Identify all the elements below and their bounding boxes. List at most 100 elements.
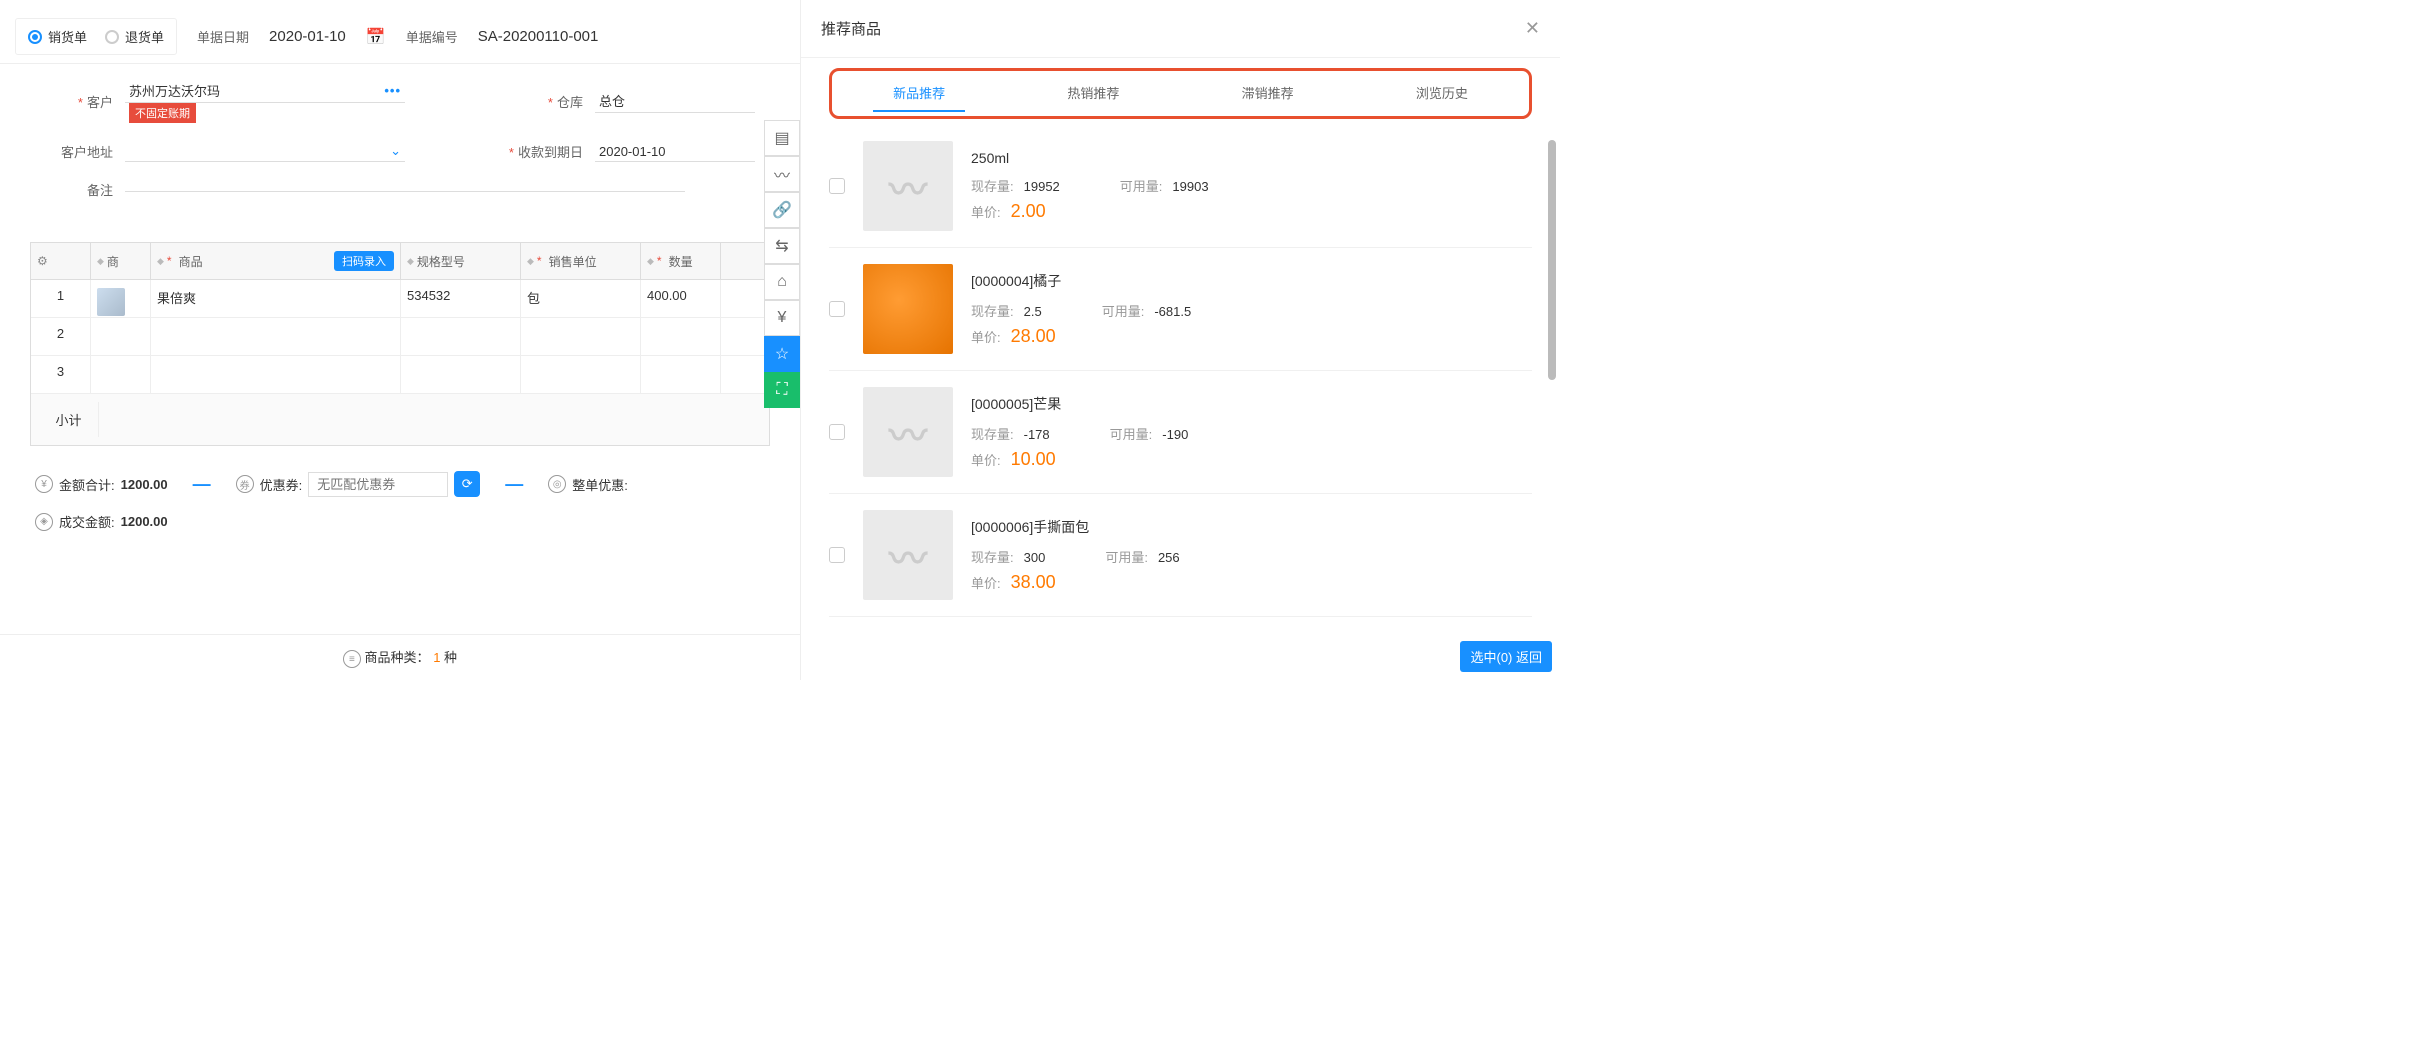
discount-icon: ◎ bbox=[548, 475, 566, 493]
col-qty: 数量 bbox=[669, 253, 693, 270]
sort-icon[interactable]: ◆ bbox=[97, 257, 104, 265]
stock-value: 19952 bbox=[1024, 179, 1060, 194]
col-spec: 规格型号 bbox=[417, 253, 465, 270]
rec-item[interactable]: 〰 [0000005]芒果 现存量:-178 可用量:-190 单价:10.00 bbox=[829, 371, 1532, 494]
table-row[interactable]: 2 bbox=[31, 318, 769, 356]
rec-item[interactable]: 〰 [0000006]手撕面包 现存量:300 可用量:256 单价:38.00 bbox=[829, 494, 1532, 617]
more-icon[interactable]: ••• bbox=[384, 83, 401, 98]
radio-sales[interactable]: 销货单 bbox=[28, 27, 87, 46]
doc-date-value[interactable]: 2020-01-10 bbox=[269, 28, 346, 45]
rec-name: 250ml bbox=[971, 150, 1532, 166]
gear-icon[interactable]: ⚙ bbox=[37, 254, 48, 268]
product-image: 〰 bbox=[863, 510, 953, 600]
stock-value: 300 bbox=[1024, 550, 1046, 565]
checkbox[interactable] bbox=[829, 178, 845, 194]
price-value: 38.00 bbox=[1011, 572, 1056, 592]
radio-icon bbox=[105, 30, 119, 44]
scan-button[interactable]: 扫码录入 bbox=[334, 251, 394, 271]
rec-item[interactable]: [0000004]橘子 现存量:2.5 可用量:-681.5 单价:28.00 bbox=[829, 248, 1532, 371]
sort-icon[interactable]: ◆ bbox=[407, 257, 414, 265]
tab-slow[interactable]: 滞销推荐 bbox=[1222, 75, 1314, 112]
row-spec[interactable]: 534532 bbox=[401, 280, 521, 317]
rec-name: [0000004]橘子 bbox=[971, 271, 1532, 291]
warehouse-input[interactable]: 总仓 bbox=[595, 89, 755, 113]
coupon-icon: 券 bbox=[236, 475, 254, 493]
address-label: 客户地址 bbox=[61, 145, 113, 160]
stock-label: 现存量: bbox=[971, 550, 1014, 565]
rec-item[interactable]: 〰 250ml 现存量:19952 可用量:19903 单价:2.00 bbox=[829, 125, 1532, 248]
stock-value: -178 bbox=[1024, 427, 1050, 442]
currency-icon[interactable]: ¥ bbox=[764, 300, 800, 336]
col-thumb: 商 bbox=[107, 253, 119, 270]
due-input[interactable]: 2020-01-10 bbox=[595, 142, 755, 162]
calendar-icon[interactable]: 📅 bbox=[366, 27, 386, 47]
row-qty[interactable]: 400.00 bbox=[641, 280, 721, 317]
avail-value: 19903 bbox=[1172, 179, 1208, 194]
minus-icon: — bbox=[193, 474, 211, 495]
rec-name: [0000006]手撕面包 bbox=[971, 517, 1532, 537]
sku-count: 1 bbox=[433, 650, 440, 665]
rec-name: [0000005]芒果 bbox=[971, 394, 1532, 414]
checkbox[interactable] bbox=[829, 547, 845, 563]
doc-no-value: SA-20200110-001 bbox=[478, 28, 599, 45]
table-row[interactable]: 1 果倍爽 534532 包 400.00 bbox=[31, 280, 769, 318]
radio-return-label: 退货单 bbox=[125, 27, 164, 46]
doc-date-label: 单据日期 bbox=[197, 27, 249, 46]
yen-icon: ¥ bbox=[35, 475, 53, 493]
amount-value: 1200.00 bbox=[121, 477, 168, 492]
star-icon[interactable]: ☆ bbox=[764, 336, 800, 372]
row-index: 2 bbox=[31, 318, 91, 355]
remark-label: 备注 bbox=[87, 183, 113, 198]
avail-label: 可用量: bbox=[1105, 550, 1148, 565]
col-product: 商品 bbox=[179, 253, 203, 270]
scrollbar[interactable] bbox=[1548, 140, 1556, 380]
radio-return[interactable]: 退货单 bbox=[105, 27, 164, 46]
recommend-tabs-highlight: 新品推荐 热销推荐 滞销推荐 浏览历史 bbox=[829, 68, 1532, 119]
expand-icon[interactable]: ⛶ bbox=[764, 372, 800, 408]
warehouse-label: 仓库 bbox=[557, 95, 583, 110]
panel-title: 推荐商品 bbox=[821, 18, 881, 39]
chevron-down-icon[interactable]: ⌄ bbox=[390, 143, 401, 159]
remark-input[interactable] bbox=[125, 187, 685, 192]
customer-input[interactable]: 苏州万达沃尔玛 ••• bbox=[125, 79, 405, 103]
col-unit: 销售单位 bbox=[549, 253, 597, 270]
link-icon[interactable]: 🔗 bbox=[764, 192, 800, 228]
tab-history[interactable]: 浏览历史 bbox=[1396, 75, 1488, 112]
sort-icon[interactable]: ◆ bbox=[157, 257, 164, 265]
address-input[interactable]: ⌄ bbox=[125, 141, 405, 162]
checkbox[interactable] bbox=[829, 301, 845, 317]
product-thumb bbox=[97, 288, 125, 316]
minus-icon: — bbox=[505, 474, 523, 495]
coupon-label: 优惠券: bbox=[260, 475, 303, 494]
swap-icon[interactable]: ⇆ bbox=[764, 228, 800, 264]
select-return-button[interactable]: 选中(0) 返回 bbox=[1460, 641, 1552, 672]
order-disc-label: 整单优惠: bbox=[572, 475, 628, 494]
deal-label: 成交金额: bbox=[59, 512, 115, 531]
avail-label: 可用量: bbox=[1120, 179, 1163, 194]
due-value: 2020-01-10 bbox=[599, 144, 666, 159]
price-label: 单价: bbox=[971, 205, 1001, 220]
sort-icon[interactable]: ◆ bbox=[647, 257, 654, 265]
note-icon[interactable]: ▤ bbox=[764, 120, 800, 156]
refresh-button[interactable]: ⟳ bbox=[454, 471, 480, 497]
sort-icon[interactable]: ◆ bbox=[527, 257, 534, 265]
checkbox[interactable] bbox=[829, 424, 845, 440]
order-type-radio-group: 销货单 退货单 bbox=[15, 18, 177, 55]
shield-icon[interactable]: ⌂ bbox=[764, 264, 800, 300]
sku-unit: 种 bbox=[444, 650, 457, 665]
stock-label: 现存量: bbox=[971, 304, 1014, 319]
row-unit[interactable]: 包 bbox=[521, 280, 641, 317]
close-icon[interactable]: ✕ bbox=[1525, 18, 1540, 39]
row-name[interactable]: 果倍爽 bbox=[151, 280, 401, 317]
price-label: 单价: bbox=[971, 330, 1001, 345]
product-grid: ⚙ ◆商 ◆*商品扫码录入 ◆规格型号 ◆*销售单位 ◆*数量 1 果倍爽 53… bbox=[30, 242, 770, 446]
tab-new[interactable]: 新品推荐 bbox=[873, 75, 965, 112]
chart-icon[interactable]: 〰 bbox=[764, 156, 800, 192]
price-value: 2.00 bbox=[1011, 201, 1046, 221]
table-row[interactable]: 3 bbox=[31, 356, 769, 394]
avail-value: -190 bbox=[1162, 427, 1188, 442]
customer-label: 客户 bbox=[87, 95, 113, 110]
coupon-input[interactable] bbox=[308, 472, 448, 497]
amount-label: 金额合计: bbox=[59, 475, 115, 494]
tab-hot[interactable]: 热销推荐 bbox=[1047, 75, 1139, 112]
